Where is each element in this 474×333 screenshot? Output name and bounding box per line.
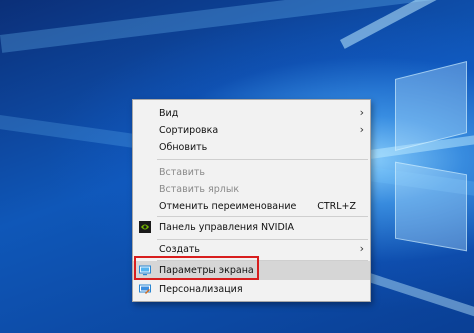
menu-item-label: Вставить ярлык [159,184,240,195]
windows-logo-pane [395,161,467,252]
menu-item-undo-rename[interactable]: Отменить переименование CTRL+Z [133,197,370,216]
menu-item-label: Вставить [159,167,206,178]
menu-item-label: Персонализация [159,284,243,295]
menu-item-label: Сортировка [159,125,219,136]
menu-item-label: Отменить переименование [159,201,297,212]
menu-item-label: Обновить [159,142,208,153]
menu-item-nvidia-control-panel[interactable]: Панель управления NVIDIA [133,218,370,237]
menu-item-label: Панель управления NVIDIA [159,222,295,233]
highlight-box [134,256,259,280]
menu-item-label: Вид [159,108,179,119]
submenu-arrow-icon: › [359,106,364,119]
menu-item-personalization[interactable]: Персонализация [133,280,370,299]
submenu-arrow-icon: › [359,123,364,136]
menu-separator [157,216,368,217]
menu-item-label: Создать [159,244,201,255]
menu-item-refresh[interactable]: Обновить [133,138,370,157]
submenu-arrow-icon: › [359,242,364,255]
menu-item-shortcut: CTRL+Z [317,201,356,212]
personalize-icon [139,283,151,295]
nvidia-icon [139,221,151,233]
menu-separator [157,159,368,160]
